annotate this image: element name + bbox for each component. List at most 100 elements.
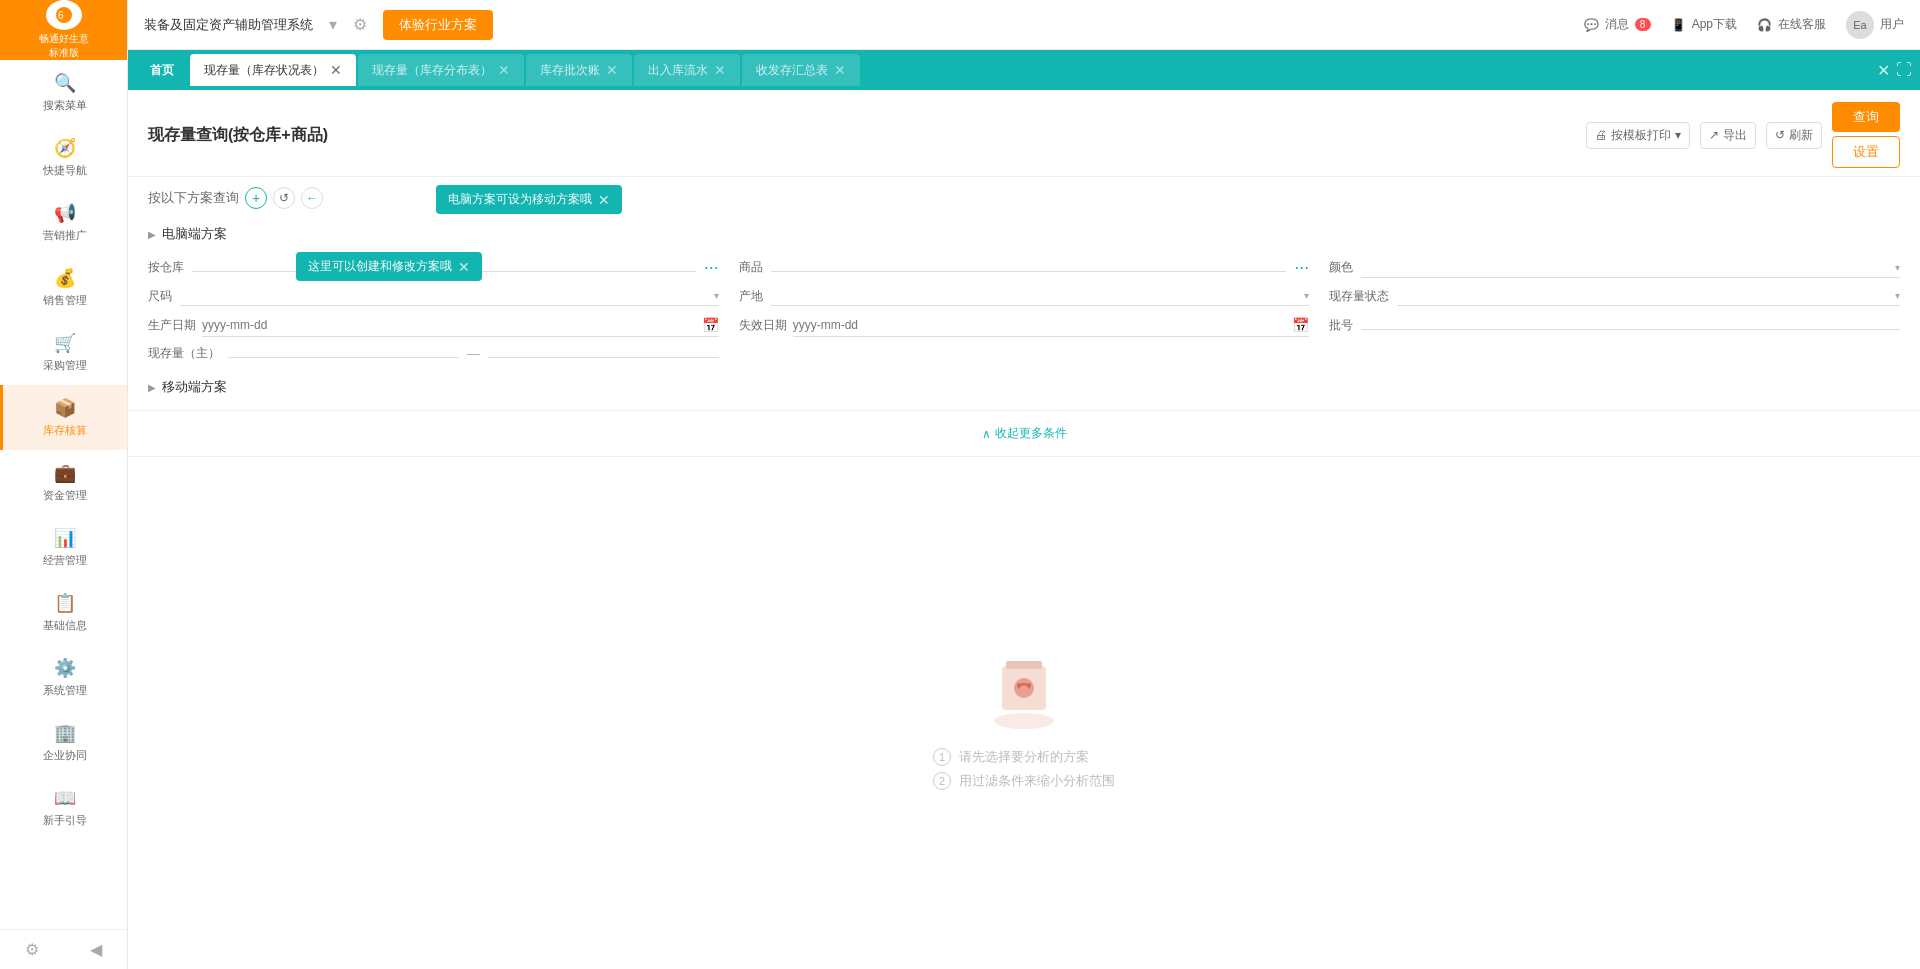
size-label: 尺码 xyxy=(148,288,172,305)
sidebar-item-purchase[interactable]: 🛒 采购管理 xyxy=(0,320,127,385)
filter-arrow-btn[interactable]: ← xyxy=(301,187,323,209)
qty-min-input[interactable] xyxy=(228,349,459,358)
tab-inventory-dist[interactable]: 现存量（库存分布表） ✕ xyxy=(358,54,524,86)
tab-inventory-status-close[interactable]: ✕ xyxy=(330,63,342,77)
sidebar-item-inventory[interactable]: 📦 库存核算 xyxy=(0,385,127,450)
tooltip-scheme-close[interactable]: ✕ xyxy=(598,192,610,208)
settings-bottom-icon[interactable]: ⚙ xyxy=(25,940,39,959)
filter-row-4: 现存量（主） — xyxy=(148,345,1900,362)
sidebar-item-sales[interactable]: 💰 销售管理 xyxy=(0,255,127,320)
app-download-item[interactable]: 📱 App下载 xyxy=(1671,16,1737,33)
origin-filter: 产地 ▾ xyxy=(739,286,1310,306)
settings-icon[interactable]: ⚙ xyxy=(353,15,367,34)
warehouse-dots-icon[interactable]: ··· xyxy=(704,257,719,278)
sidebar-item-label: 快捷导航 xyxy=(43,163,87,178)
origin-dropdown-icon: ▾ xyxy=(1304,290,1309,301)
filter-label-text: 按以下方案查询 xyxy=(148,189,239,207)
tab-inventory-dist-close[interactable]: ✕ xyxy=(498,63,510,77)
tab-inventory-dist-label: 现存量（库存分布表） xyxy=(372,62,492,79)
system-dropdown-icon[interactable]: ▾ xyxy=(329,15,337,34)
online-support-label: 在线客服 xyxy=(1778,16,1826,33)
sidebar-item-search[interactable]: 🔍 搜索菜单 xyxy=(0,60,127,125)
empty-step-2: 2 用过滤条件来缩小分析范围 xyxy=(933,772,1115,790)
svg-point-7 xyxy=(1027,683,1031,687)
size-select[interactable]: ▾ xyxy=(180,286,719,306)
empty-steps: 1 请先选择要分析的方案 2 用过滤条件来缩小分析范围 xyxy=(933,748,1115,790)
batch-filter: 批号 xyxy=(1329,317,1900,334)
inventory-icon: 📦 xyxy=(54,397,76,419)
logo-text: 畅通好生意 标准版 xyxy=(39,32,89,60)
tab-inventory-status[interactable]: 现存量（库存状况表） ✕ xyxy=(190,54,356,86)
sidebar-item-guide[interactable]: 📖 新手引导 xyxy=(0,775,127,840)
tree-item-mobile[interactable]: ▶ 移动端方案 xyxy=(148,374,1900,400)
empty-illustration xyxy=(974,636,1074,736)
tabbar: 首页 现存量（库存状况表） ✕ 现存量（库存分布表） ✕ 库存批次账 ✕ 出入库… xyxy=(128,50,1920,90)
produce-date-calendar-icon[interactable]: 📅 xyxy=(702,317,719,333)
sidebar-item-system[interactable]: ⚙️ 系统管理 xyxy=(0,645,127,710)
sidebar-item-operation[interactable]: 📊 经营管理 xyxy=(0,515,127,580)
export-label: 导出 xyxy=(1723,127,1747,144)
qty-main-label: 现存量（主） xyxy=(148,345,220,362)
tab-batch-account-label: 库存批次账 xyxy=(540,62,600,79)
enterprise-icon: 🏢 xyxy=(54,722,76,744)
tab-collect-summary[interactable]: 收发存汇总表 ✕ xyxy=(742,54,860,86)
produce-date-filter: 生产日期 📅 xyxy=(148,314,719,337)
online-support-item[interactable]: 🎧 在线客服 xyxy=(1757,16,1826,33)
qty-main-filter: 现存量（主） — xyxy=(148,345,719,362)
origin-select[interactable]: ▾ xyxy=(771,286,1310,306)
tree-arrow-icon: ▶ xyxy=(148,229,156,240)
basic-icon: 📋 xyxy=(54,592,76,614)
sidebar-item-basic[interactable]: 📋 基础信息 xyxy=(0,580,127,645)
collapse-sidebar-icon[interactable]: ◀ xyxy=(90,940,102,959)
template-print-btn[interactable]: 🖨 按模板打印 ▾ xyxy=(1586,122,1690,149)
tab-collect-summary-close[interactable]: ✕ xyxy=(834,63,846,77)
filter-add-btn[interactable]: + xyxy=(245,187,267,209)
origin-label: 产地 xyxy=(739,288,763,305)
expire-date-input[interactable] xyxy=(793,314,1289,336)
stock-status-select[interactable]: ▾ xyxy=(1397,286,1900,306)
query-btn[interactable]: 查询 xyxy=(1832,102,1900,132)
industry-btn[interactable]: 体验行业方案 xyxy=(383,10,493,40)
tab-inout-flow-label: 出入库流水 xyxy=(648,62,708,79)
sidebar-item-enterprise[interactable]: 🏢 企业协同 xyxy=(0,710,127,775)
expire-date-label: 失效日期 xyxy=(739,317,787,334)
expire-date-input-wrap: 📅 xyxy=(793,314,1310,337)
print-icon: 🖨 xyxy=(1595,128,1607,142)
empty-step-1: 1 请先选择要分析的方案 xyxy=(933,748,1115,766)
product-filter: 商品 ··· xyxy=(739,257,1310,278)
settings-btn[interactable]: 设置 xyxy=(1832,136,1900,168)
qty-max-input[interactable] xyxy=(488,349,719,358)
sidebar-item-label: 系统管理 xyxy=(43,683,87,698)
sidebar-item-marketing[interactable]: 📢 营销推广 xyxy=(0,190,127,255)
maximize-icon[interactable]: ⛶ xyxy=(1896,61,1912,79)
tab-inout-flow[interactable]: 出入库流水 ✕ xyxy=(634,54,740,86)
color-select[interactable]: ▾ xyxy=(1361,258,1900,278)
step-1-text: 请先选择要分析的方案 xyxy=(959,748,1089,766)
export-btn[interactable]: ↗ 导出 xyxy=(1700,122,1756,149)
filter-refresh-btn[interactable]: ↺ xyxy=(273,187,295,209)
tooltip-create-close[interactable]: ✕ xyxy=(458,259,470,275)
message-item[interactable]: 💬 消息 8 xyxy=(1584,16,1651,33)
tab-batch-account[interactable]: 库存批次账 ✕ xyxy=(526,54,632,86)
tab-inout-flow-close[interactable]: ✕ xyxy=(714,63,726,77)
sidebar-item-finance[interactable]: 💼 资金管理 xyxy=(0,450,127,515)
expire-date-calendar-icon[interactable]: 📅 xyxy=(1292,317,1309,333)
filter-section: 按以下方案查询 + ↺ ← 电脑方案可设为移动方案哦 ✕ ▶ 电脑端方案 这里可… xyxy=(128,177,1920,251)
refresh-btn[interactable]: ↺ 刷新 xyxy=(1766,122,1822,149)
tab-home[interactable]: 首页 xyxy=(136,54,188,86)
sidebar: 6 畅通好生意 标准版 🔍 搜索菜单 🧭 快捷导航 📢 营销推广 💰 销售管理 … xyxy=(0,0,128,969)
produce-date-input[interactable] xyxy=(202,314,698,336)
product-dots-icon[interactable]: ··· xyxy=(1294,257,1309,278)
batch-input[interactable] xyxy=(1361,321,1900,330)
collapse-btn[interactable]: ∧ 收起更多条件 xyxy=(974,417,1075,450)
user-item[interactable]: Ea 用户 xyxy=(1846,11,1904,39)
tree-item-desktop[interactable]: ▶ 电脑端方案 xyxy=(148,221,1900,247)
sidebar-item-quick[interactable]: 🧭 快捷导航 xyxy=(0,125,127,190)
filter-row-3: 生产日期 📅 失效日期 📅 批号 xyxy=(148,314,1900,337)
close-all-tabs-icon[interactable]: ✕ xyxy=(1877,61,1890,80)
guide-icon: 📖 xyxy=(54,787,76,809)
product-input-area[interactable] xyxy=(771,263,1287,272)
purchase-icon: 🛒 xyxy=(54,332,76,354)
tooltip-create-scheme: 这里可以创建和修改方案哦 ✕ xyxy=(296,252,482,281)
tab-batch-account-close[interactable]: ✕ xyxy=(606,63,618,77)
